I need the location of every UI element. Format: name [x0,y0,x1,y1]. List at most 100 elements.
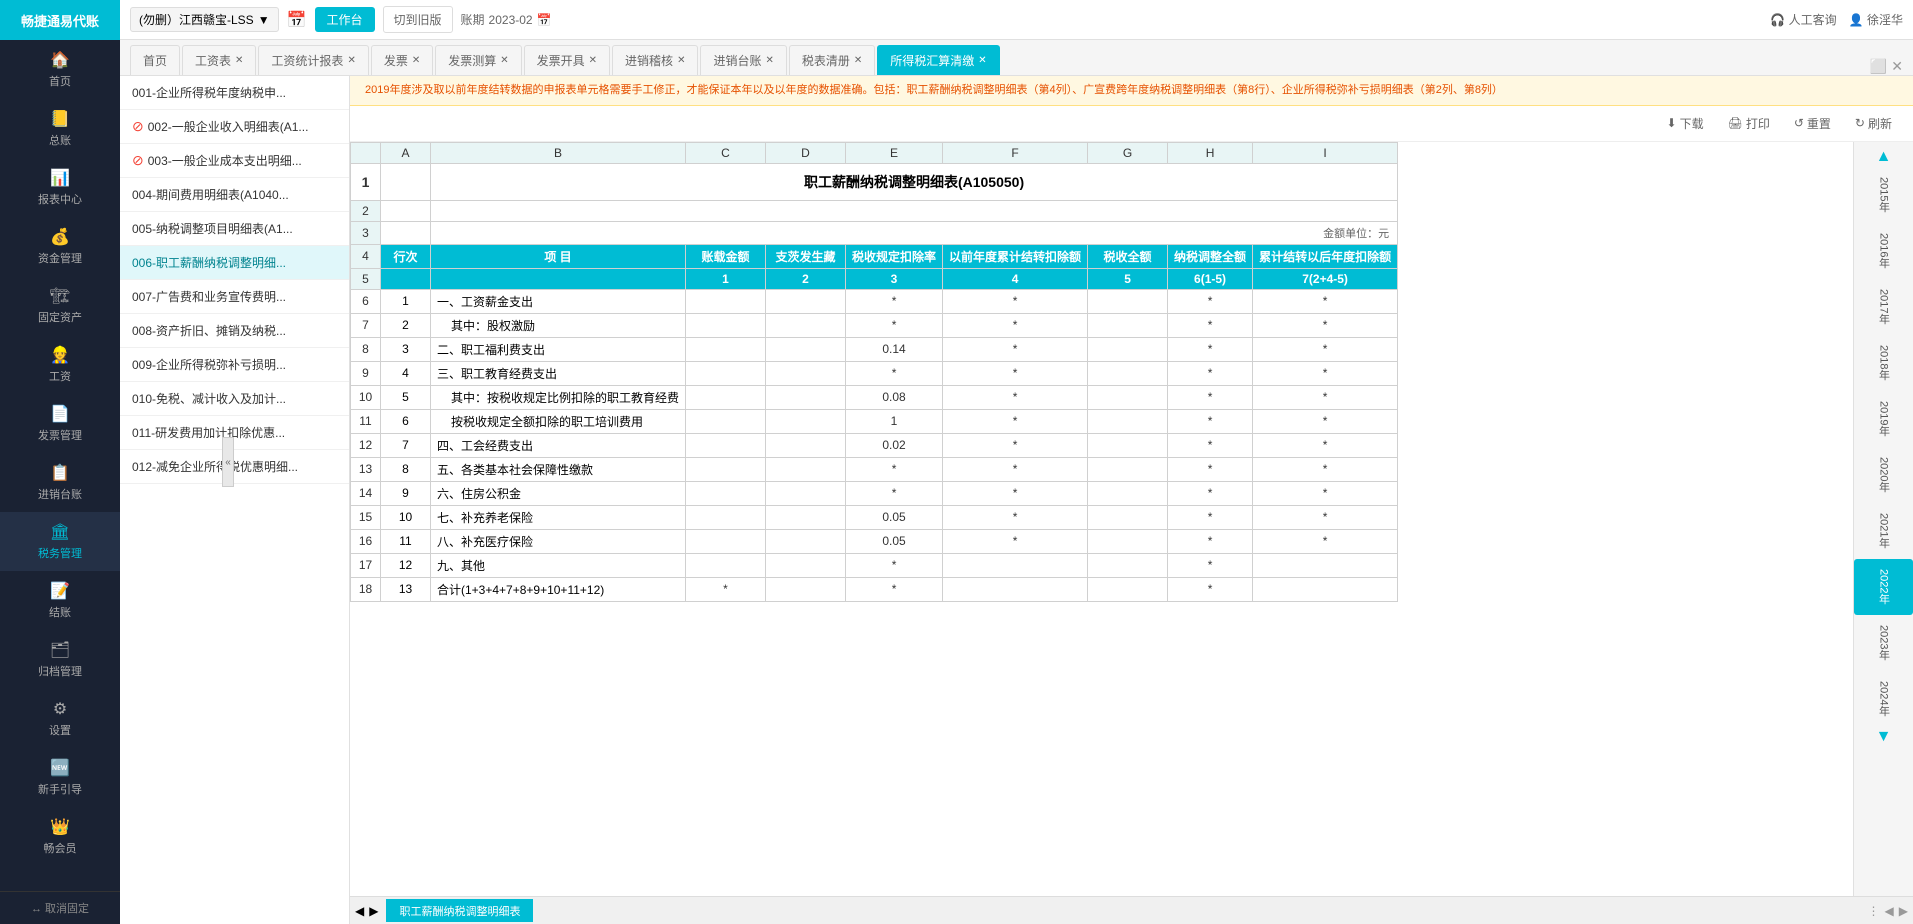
cell-i[interactable]: * [1253,457,1398,481]
tab-invoice-open[interactable]: 发票开具 ✕ [524,45,610,75]
cell-i[interactable]: * [1253,361,1398,385]
close-icon[interactable]: ✕ [765,55,773,66]
cell-h[interactable]: * [1168,409,1253,433]
cell-i[interactable]: * [1253,409,1398,433]
close-icon[interactable]: ✕ [412,55,420,66]
tab-audit[interactable]: 进销稽核 ✕ [612,45,698,75]
tab-cit[interactable]: 所得税汇算清缴 ✕ [877,45,999,75]
cell-h[interactable]: * [1168,457,1253,481]
cell-g[interactable] [1088,289,1168,313]
sidebar-item-funds[interactable]: 💰 资金管理 [0,217,120,276]
cell-h[interactable]: * [1168,577,1253,601]
cell-i[interactable] [1253,553,1398,577]
cell-seq[interactable]: 3 [381,337,431,361]
cell-c[interactable] [686,529,766,553]
cell-seq[interactable]: 10 [381,505,431,529]
cell-seq[interactable]: 4 [381,361,431,385]
reset-button[interactable]: ↺ 重置 [1788,112,1837,135]
print-button[interactable]: 🖨 打印 [1722,112,1776,135]
year-item-2022[interactable]: 2022年 [1854,559,1913,615]
tab-payroll[interactable]: 工资表 ✕ [182,45,256,75]
cell-label[interactable]: 五、各类基本社会保障性缴款 [431,457,686,481]
form-list-item-011[interactable]: 011-研发费用加计扣除优惠... [120,416,349,450]
cell-label[interactable]: 一、工资薪金支出 [431,289,686,313]
tab-invoice-calc[interactable]: 发票测算 ✕ [435,45,521,75]
cell-e[interactable]: * [846,481,943,505]
cell-seq[interactable]: 2 [381,313,431,337]
cell-f[interactable] [943,553,1088,577]
close-icon[interactable]: ✕ [589,55,597,66]
sidebar-item-tax[interactable]: 🏛 税务管理 [0,512,120,571]
sidebar-item-reports[interactable]: 📊 报表中心 [0,158,120,217]
cell-label[interactable]: 八、补充医疗保险 [431,529,686,553]
cell-h[interactable]: * [1168,313,1253,337]
cell-e[interactable]: 1 [846,409,943,433]
cell-label[interactable]: 其中：按税收规定比例扣除的职工教育经费 [431,385,686,409]
prev-sheet-icon[interactable]: ◀ [355,904,364,918]
cell-d[interactable] [766,361,846,385]
cell-seq[interactable]: 11 [381,529,431,553]
cell-g[interactable] [1088,313,1168,337]
close-icon[interactable]: ✕ [347,55,355,66]
cell-h[interactable]: * [1168,433,1253,457]
form-list-item-007[interactable]: 007-广告费和业务宣传费明... [120,280,349,314]
tab-home[interactable]: 首页 [130,45,180,75]
cell-e[interactable]: * [846,553,943,577]
sidebar-item-newbie[interactable]: 🆕 新手引导 [0,748,120,807]
year-item-2020[interactable]: 2020年 [1854,447,1913,503]
cell-h[interactable]: * [1168,553,1253,577]
cell-e[interactable]: * [846,289,943,313]
cell-d[interactable] [766,505,846,529]
close-icon[interactable]: ✕ [677,55,685,66]
collapse-panel-button[interactable]: « [222,437,234,487]
cell-seq[interactable]: 7 [381,433,431,457]
cell-g[interactable] [1088,553,1168,577]
cell-h[interactable]: * [1168,529,1253,553]
tab-invoice[interactable]: 发票 ✕ [371,45,433,75]
scroll-left-icon[interactable]: ◀ [1885,904,1894,918]
cell-h[interactable]: * [1168,289,1253,313]
cell-i[interactable]: * [1253,385,1398,409]
cell-c[interactable] [686,481,766,505]
cell-label[interactable]: 九、其他 [431,553,686,577]
form-list-item-005[interactable]: 005-纳税调整项目明细表(A1... [120,212,349,246]
cell-f[interactable]: * [943,289,1088,313]
cell-e[interactable]: * [846,457,943,481]
cell-i[interactable]: * [1253,433,1398,457]
sidebar-item-settings[interactable]: ⚙ 设置 [0,689,120,748]
cell-seq[interactable]: 8 [381,457,431,481]
cell-c[interactable] [686,457,766,481]
cell-d[interactable] [766,481,846,505]
sidebar-item-vip[interactable]: 👑 畅会员 [0,807,120,866]
cell-d[interactable] [766,385,846,409]
cell-seq[interactable]: 1 [381,289,431,313]
form-list-item-012[interactable]: 012-减免企业所得税优惠明细... [120,450,349,484]
sidebar-item-payroll[interactable]: 👷 工资 [0,335,120,394]
cell-g[interactable] [1088,457,1168,481]
cell-i[interactable]: * [1253,529,1398,553]
cell-seq[interactable]: 12 [381,553,431,577]
cell-label[interactable]: 四、工会经费支出 [431,433,686,457]
cell-g[interactable] [1088,337,1168,361]
cell-e[interactable]: * [846,361,943,385]
spreadsheet-wrap[interactable]: A B C D E F G H I [350,142,1853,897]
cell-g[interactable] [1088,577,1168,601]
cell-d[interactable] [766,313,846,337]
form-list-item-001[interactable]: 001-企业所得税年度纳税申... [120,76,349,110]
cell-d[interactable] [766,289,846,313]
close-icon[interactable]: ✕ [500,55,508,66]
year-item-2017[interactable]: 2017年 [1854,279,1913,335]
user-avatar[interactable]: 👤 徐淫华 [1849,11,1903,28]
cell-seq[interactable]: 9 [381,481,431,505]
cell-e[interactable]: 0.05 [846,505,943,529]
maximize-icon[interactable]: ⬜ [1870,58,1887,75]
cell-c[interactable] [686,433,766,457]
cell-f[interactable]: * [943,361,1088,385]
cell-d[interactable] [766,553,846,577]
cell-f[interactable]: * [943,337,1088,361]
sidebar-item-sales[interactable]: 📋 进销台账 [0,453,120,512]
cell-label[interactable]: 三、职工教育经费支出 [431,361,686,385]
cell-i[interactable]: * [1253,289,1398,313]
year-item-2024[interactable]: 2024年 [1854,671,1913,727]
form-list-item-003[interactable]: ⊘ 003-一般企业成本支出明细... [120,144,349,178]
